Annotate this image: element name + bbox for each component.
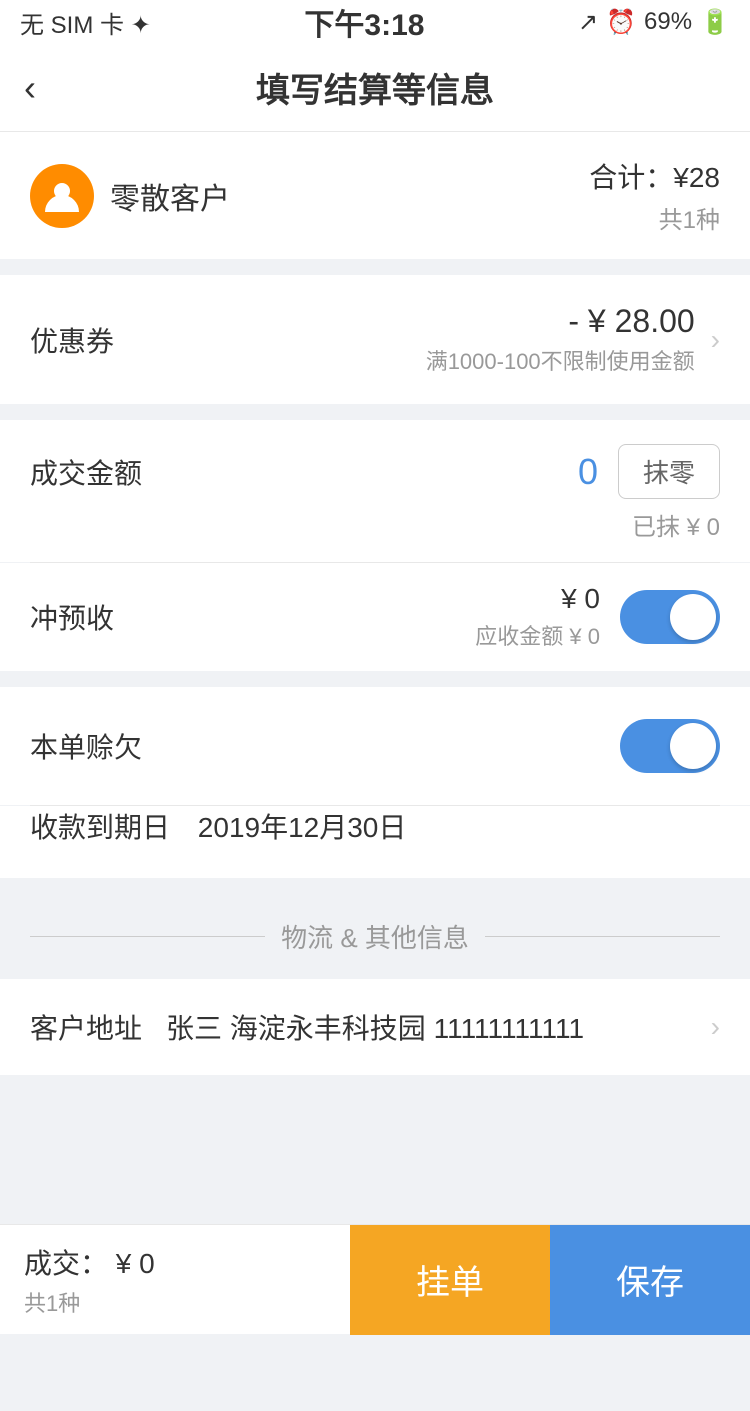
customer-name: 零散客户 [110, 174, 230, 218]
summary-label: 成交： [24, 1248, 108, 1279]
transaction-label: 成交金额 [30, 452, 142, 492]
divider-3 [0, 671, 750, 687]
transaction-right: 0 抹零 [578, 444, 720, 499]
prereceive-sub: 应收金额 ¥ 0 [475, 619, 600, 651]
prereceive-row: 冲预收 ¥ 0 应收金额 ¥ 0 [0, 563, 750, 671]
address-row[interactable]: 客户地址 张三 海淀永丰科技园 11111111111 › [0, 979, 750, 1075]
debt-label: 本单赊欠 [30, 726, 142, 766]
divider-1 [0, 259, 750, 275]
location-icon: ↗ [578, 8, 598, 37]
status-bar: 无 SIM 卡 ✦ 下午3:18 ↗ ⏰ 69% 🔋 [0, 0, 750, 44]
summary-amount: ¥ 0 [116, 1248, 155, 1279]
prereceive-label: 冲预收 [30, 597, 114, 637]
bottom-bar: 成交： ¥ 0 共1种 挂单 保存 [0, 1224, 750, 1334]
transaction-sub: 已抹 ¥ 0 [0, 507, 750, 562]
prereceive-right: ¥ 0 应收金额 ¥ 0 [475, 583, 720, 651]
back-button[interactable]: ‹ [24, 67, 36, 109]
due-date-label: 收款到期日 [30, 812, 170, 843]
prereceive-values: ¥ 0 应收金额 ¥ 0 [475, 583, 600, 651]
bottom-summary: 成交： ¥ 0 共1种 [0, 1242, 350, 1318]
toggle-knob [670, 594, 716, 640]
sim-status: 无 SIM 卡 ✦ [20, 5, 151, 40]
summary-top: 成交： ¥ 0 [24, 1242, 326, 1282]
content-area: 零散客户 合计：¥28 共1种 优惠券 - ¥ 28.00 满1000-100不… [0, 132, 750, 1411]
nav-bar: ‹ 填写结算等信息 [0, 44, 750, 132]
summary-bottom: 共1种 [24, 1286, 326, 1318]
divider-4 [0, 878, 750, 894]
debt-toggle[interactable] [620, 719, 720, 773]
customer-info: 零散客户 [30, 164, 230, 228]
customer-total: 合计：¥28 [589, 156, 720, 196]
transaction-amount-row: 成交金额 0 抹零 [0, 420, 750, 507]
logistics-line-right [485, 936, 720, 937]
coupon-desc: 满1000-100不限制使用金额 [426, 344, 695, 376]
chevron-right-icon: › [711, 324, 720, 356]
coupon-amount: - ¥ 28.00 [426, 303, 695, 340]
coupon-label: 优惠券 [30, 320, 114, 360]
battery-level: 69% [644, 8, 692, 36]
customer-row: 零散客户 合计：¥28 共1种 [0, 132, 750, 259]
avatar [30, 164, 94, 228]
battery-icon: 🔋 [700, 8, 730, 37]
logistics-section: 物流 & 其他信息 [0, 894, 750, 979]
status-left: 无 SIM 卡 ✦ [20, 5, 151, 40]
due-date-row[interactable]: 收款到期日 2019年12月30日 [0, 806, 750, 878]
page-title: 填写结算等信息 [256, 63, 494, 112]
address-label: 客户地址 [30, 1007, 142, 1047]
coupon-right: - ¥ 28.00 满1000-100不限制使用金额 › [426, 303, 720, 376]
divider-2 [0, 404, 750, 420]
alarm-icon: ⏰ [606, 8, 636, 37]
transaction-value: 0 [578, 451, 598, 493]
divider-5 [0, 1075, 750, 1091]
due-date-value: 2019年12月30日 [198, 812, 407, 843]
customer-count: 共1种 [589, 200, 720, 235]
hang-button[interactable]: 挂单 [350, 1225, 550, 1335]
logistics-label: 物流 & 其他信息 [281, 918, 469, 955]
coupon-value: - ¥ 28.00 满1000-100不限制使用金额 [426, 303, 695, 376]
coupon-row[interactable]: 优惠券 - ¥ 28.00 满1000-100不限制使用金额 › [0, 275, 750, 404]
logistics-line-left [30, 936, 265, 937]
debt-row: 本单赊欠 [0, 687, 750, 805]
address-value: 张三 海淀永丰科技园 11111111111 [166, 1007, 711, 1047]
prereceive-amount: ¥ 0 [475, 583, 600, 615]
status-time: 下午3:18 [304, 0, 424, 44]
customer-total-info: 合计：¥28 共1种 [589, 156, 720, 235]
debt-toggle-knob [670, 723, 716, 769]
logistics-divider: 物流 & 其他信息 [30, 918, 720, 955]
status-right: ↗ ⏰ 69% 🔋 [578, 8, 730, 37]
round-button[interactable]: 抹零 [618, 444, 720, 499]
prereceive-toggle[interactable] [620, 590, 720, 644]
address-chevron-icon: › [711, 1011, 720, 1043]
save-button[interactable]: 保存 [550, 1225, 750, 1335]
